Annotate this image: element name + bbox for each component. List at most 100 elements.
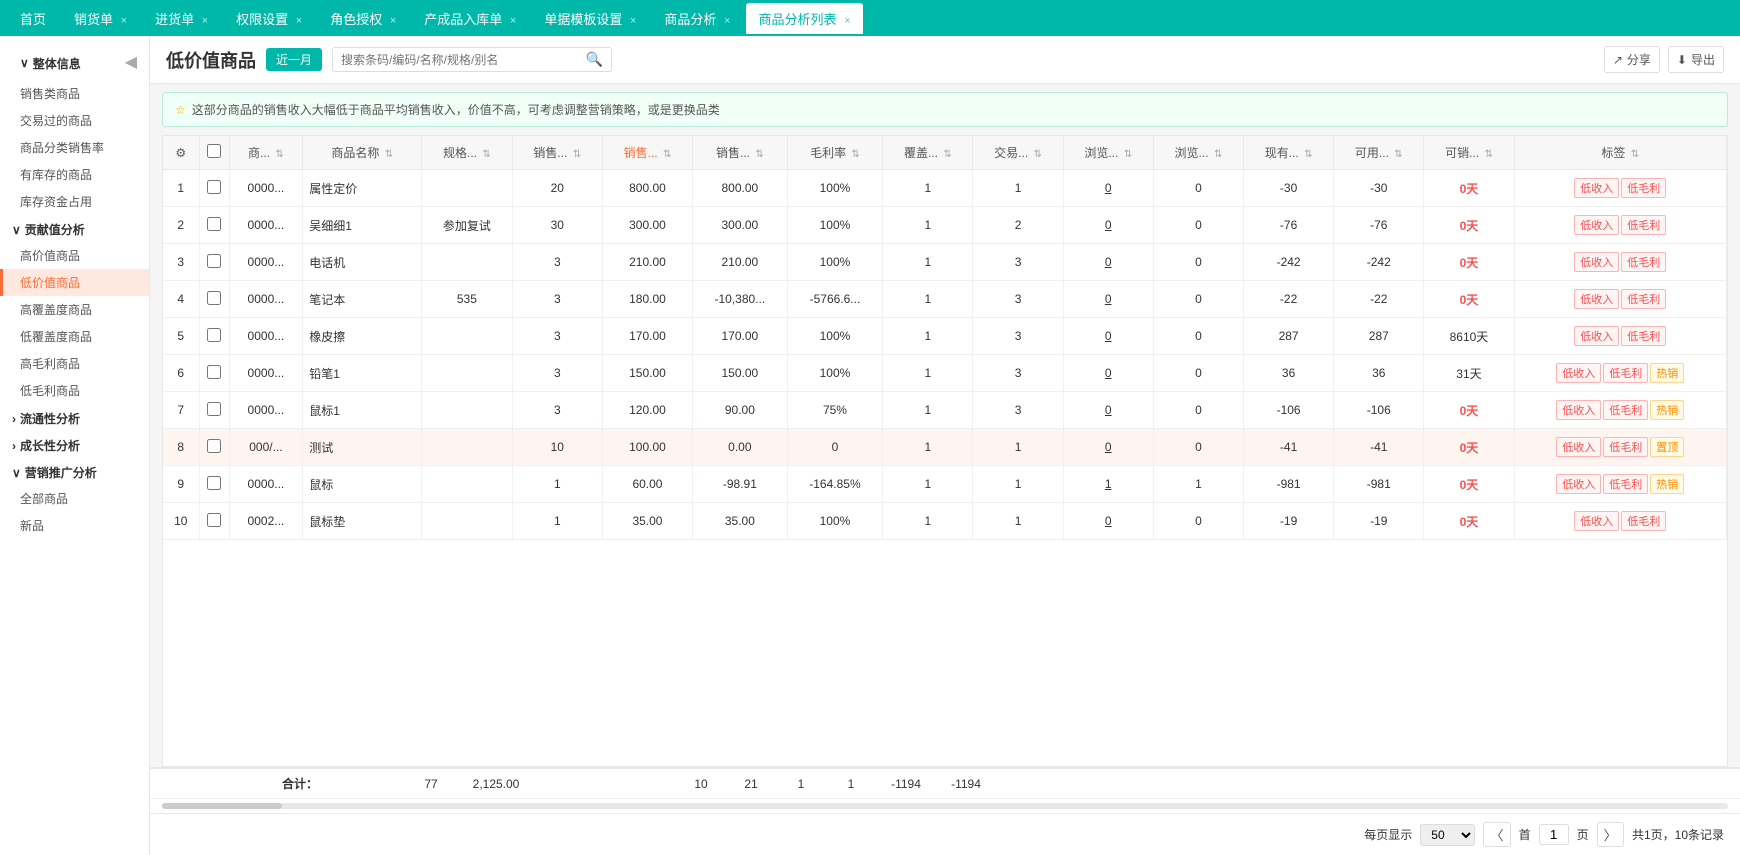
horizontal-scrollbar[interactable] [150, 798, 1740, 813]
row-checkbox[interactable] [199, 170, 229, 207]
sales-qty-column-header[interactable]: 销售... ⇅ [512, 136, 602, 170]
select-all-checkbox[interactable] [207, 144, 221, 158]
close-roles-icon[interactable]: × [390, 15, 396, 27]
sidebar-item-category-sales-rate[interactable]: 商品分类销售率 [0, 134, 149, 161]
close-product-entry-icon[interactable]: × [510, 15, 516, 27]
sidebar-section-growth[interactable]: › 成长性分析 [0, 431, 149, 458]
row-view1[interactable]: 0 [1063, 429, 1153, 466]
next-page-button[interactable]: 〉 [1597, 822, 1624, 847]
row-select-checkbox[interactable] [207, 180, 221, 194]
row-view1[interactable]: 0 [1063, 355, 1153, 392]
row-name[interactable]: 属性定价 [303, 170, 422, 207]
row-name[interactable]: 鼠标1 [303, 392, 422, 429]
row-checkbox[interactable] [199, 318, 229, 355]
current-stock-column-header[interactable]: 现有... ⇅ [1244, 136, 1334, 170]
sidebar-item-stock-capital[interactable]: 库存资金占用 [0, 188, 149, 215]
nav-permissions[interactable]: 权限设置 × [224, 3, 314, 34]
sidebar-item-high-coverage[interactable]: 高覆盖度商品 [0, 296, 149, 323]
settings-icon[interactable]: ⚙ [175, 146, 186, 160]
coverage-column-header[interactable]: 覆盖... ⇅ [883, 136, 973, 170]
search-icon[interactable]: 🔍 [586, 51, 603, 68]
checkbox-column-header[interactable] [199, 136, 229, 170]
tags-column-header[interactable]: 标签 ⇅ [1514, 136, 1726, 170]
row-select-checkbox[interactable] [207, 476, 221, 490]
page-number-input[interactable] [1539, 824, 1569, 845]
share-button[interactable]: ↗ 分享 [1604, 46, 1660, 73]
sidebar-item-low-coverage[interactable]: 低覆盖度商品 [0, 323, 149, 350]
filter-period-button[interactable]: 近一月 [266, 48, 322, 71]
row-select-checkbox[interactable] [207, 291, 221, 305]
nav-product-entry[interactable]: 产成品入库单 × [412, 3, 528, 34]
row-name[interactable]: 笔记本 [303, 281, 422, 318]
row-select-checkbox[interactable] [207, 328, 221, 342]
first-page-button[interactable]: 〈 [1483, 822, 1510, 847]
sidebar-item-new-products[interactable]: 新品 [0, 512, 149, 539]
available-column-header[interactable]: 可用... ⇅ [1334, 136, 1424, 170]
row-checkbox[interactable] [199, 281, 229, 318]
sidebar-item-high-value[interactable]: 高价值商品 [0, 242, 149, 269]
row-select-checkbox[interactable] [207, 254, 221, 268]
row-select-checkbox[interactable] [207, 513, 221, 527]
sidebar-section-marketing[interactable]: ∨ 营销推广分析 [0, 458, 149, 485]
nav-template[interactable]: 单据模板设置 × [532, 3, 648, 34]
row-checkbox[interactable] [199, 503, 229, 540]
row-view1[interactable]: 0 [1063, 244, 1153, 281]
view1-column-header[interactable]: 浏览... ⇅ [1063, 136, 1153, 170]
sidebar-item-high-margin[interactable]: 高毛利商品 [0, 350, 149, 377]
close-list-icon[interactable]: × [844, 15, 850, 27]
nav-purchase[interactable]: 进货单 × [143, 3, 220, 34]
sales-profit-column-header[interactable]: 销售... ⇅ [693, 136, 788, 170]
name-column-header[interactable]: 商品名称 ⇅ [303, 136, 422, 170]
view2-column-header[interactable]: 浏览... ⇅ [1153, 136, 1243, 170]
sidebar-item-low-value[interactable]: 低价值商品 [0, 269, 149, 296]
row-name[interactable]: 鼠标垫 [303, 503, 422, 540]
row-name[interactable]: 鼠标 [303, 466, 422, 503]
close-purchase-icon[interactable]: × [202, 15, 208, 27]
row-checkbox[interactable] [199, 466, 229, 503]
row-view1[interactable]: 0 [1063, 281, 1153, 318]
close-permissions-icon[interactable]: × [296, 15, 302, 27]
nav-product-analysis[interactable]: 商品分析 × [652, 3, 742, 34]
row-view1[interactable]: 0 [1063, 318, 1153, 355]
row-name[interactable]: 铅笔1 [303, 355, 422, 392]
close-sales-icon[interactable]: × [121, 15, 127, 27]
row-view1[interactable]: 0 [1063, 503, 1153, 540]
nav-sales[interactable]: 销货单 × [62, 3, 139, 34]
settings-column-header[interactable]: ⚙ [163, 136, 199, 170]
sidebar-section-circulation[interactable]: › 流通性分析 [0, 404, 149, 431]
gross-margin-column-header[interactable]: 毛利率 ⇅ [787, 136, 883, 170]
sidebar-section-contribution[interactable]: ∨ 贡献值分析 [0, 215, 149, 242]
row-checkbox[interactable] [199, 429, 229, 466]
row-view1[interactable]: 0 [1063, 170, 1153, 207]
sidebar-item-all-products[interactable]: 全部商品 [0, 485, 149, 512]
spec-column-header[interactable]: 规格... ⇅ [422, 136, 513, 170]
row-select-checkbox[interactable] [207, 365, 221, 379]
row-name[interactable]: 吴细细1 [303, 207, 422, 244]
row-view1[interactable]: 0 [1063, 207, 1153, 244]
close-template-icon[interactable]: × [630, 15, 636, 27]
row-checkbox[interactable] [199, 392, 229, 429]
sales-amt-column-header[interactable]: 销售... ⇅ [602, 136, 692, 170]
row-view1[interactable]: 1 [1063, 466, 1153, 503]
sidebar-item-sales-products[interactable]: 销售类商品 [0, 80, 149, 107]
row-name[interactable]: 测试 [303, 429, 422, 466]
nav-product-analysis-list[interactable]: 商品分析列表 × [746, 3, 862, 34]
close-analysis-icon[interactable]: × [724, 15, 730, 27]
sidebar-item-traded-products[interactable]: 交易过的商品 [0, 107, 149, 134]
row-checkbox[interactable] [199, 207, 229, 244]
row-view1[interactable]: 0 [1063, 392, 1153, 429]
sellable-column-header[interactable]: 可销... ⇅ [1424, 136, 1514, 170]
search-input[interactable] [341, 53, 582, 67]
nav-home[interactable]: 首页 [8, 3, 58, 34]
row-name[interactable]: 电话机 [303, 244, 422, 281]
page-size-select[interactable]: 50 100 200 [1420, 824, 1475, 846]
row-select-checkbox[interactable] [207, 439, 221, 453]
sidebar-collapse-button[interactable]: ◀ [121, 48, 141, 76]
row-select-checkbox[interactable] [207, 217, 221, 231]
sidebar-section-overall[interactable]: ∨ 整体信息 [8, 49, 93, 76]
row-checkbox[interactable] [199, 244, 229, 281]
row-checkbox[interactable] [199, 355, 229, 392]
sidebar-item-stocked-products[interactable]: 有库存的商品 [0, 161, 149, 188]
code-column-header[interactable]: 商... ⇅ [229, 136, 303, 170]
sidebar-item-low-margin[interactable]: 低毛利商品 [0, 377, 149, 404]
